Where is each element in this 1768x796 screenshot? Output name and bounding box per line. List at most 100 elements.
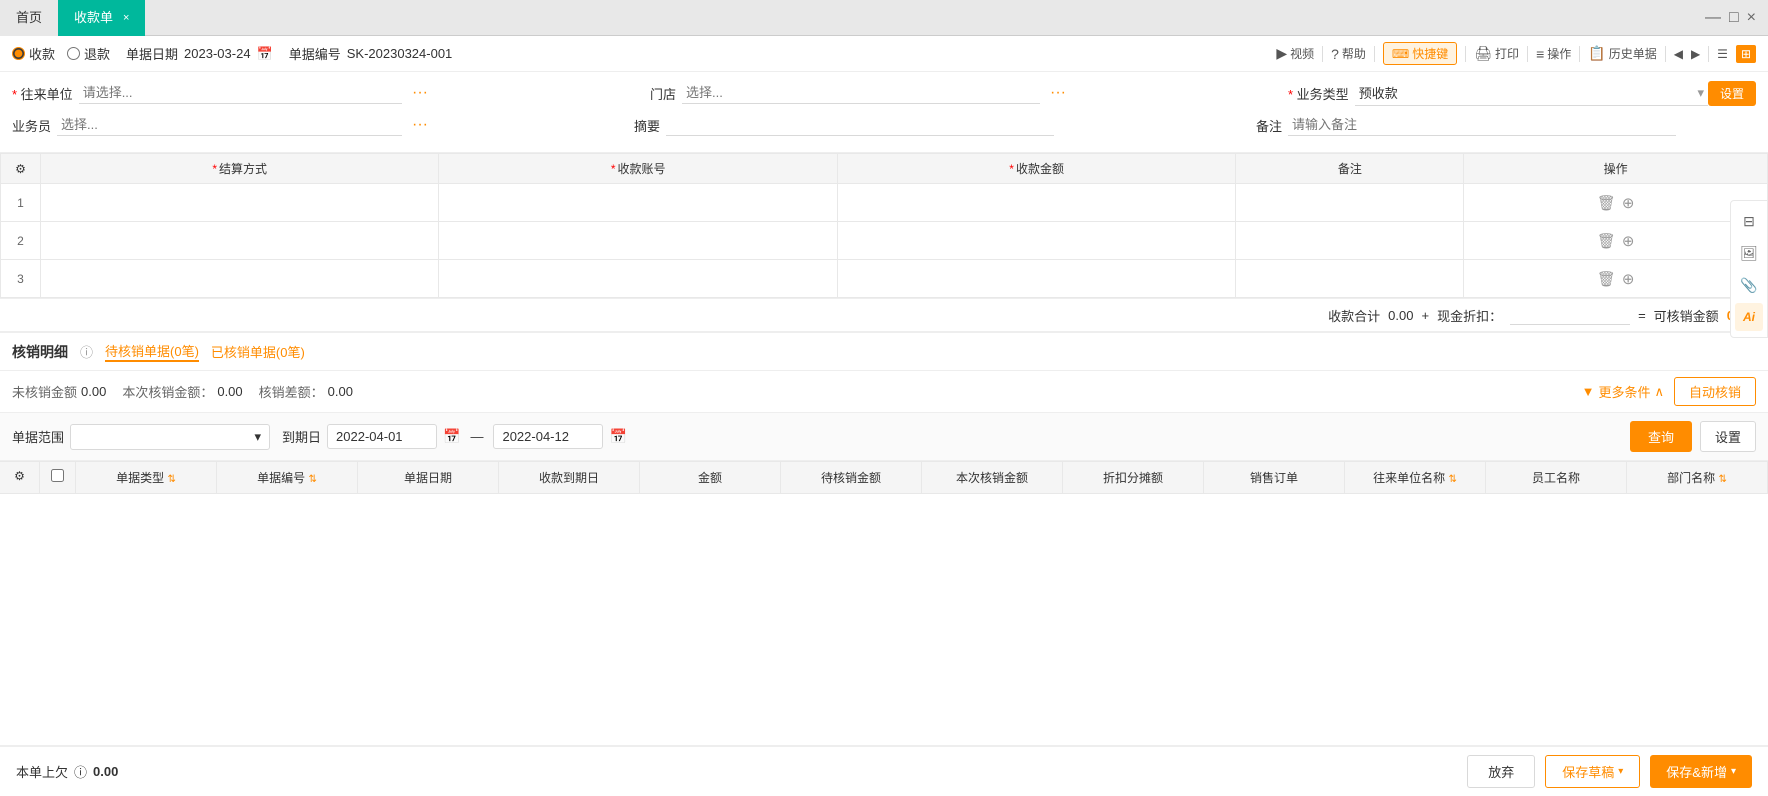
side-image-icon[interactable]: 🖼	[1735, 239, 1763, 267]
bt-col-counterpart[interactable]: 往来单位名称 ⇅	[1345, 462, 1486, 493]
query-btn[interactable]: 查询	[1630, 421, 1692, 452]
row-1-account[interactable]	[439, 184, 837, 222]
more-conditions-btn[interactable]: ▼ 更多条件 ∧	[1582, 382, 1664, 401]
cal-to-icon[interactable]: 📅	[609, 428, 626, 445]
row-2-amount[interactable]	[837, 222, 1235, 260]
video-btn[interactable]: ▶ 视频	[1276, 45, 1314, 62]
tab-home[interactable]: 首页	[0, 0, 58, 36]
row-1-amount[interactable]	[837, 184, 1235, 222]
business-type-arrow: ▾	[1697, 85, 1704, 101]
save-new-label: 保存&新增	[1666, 762, 1727, 781]
quickkey-btn[interactable]: ⌨ 快捷键	[1383, 42, 1457, 65]
auto-reconcile-btn[interactable]: 自动核销	[1674, 377, 1756, 406]
nav-prev-icon[interactable]: ◀	[1674, 47, 1683, 61]
search-row: 单据范围 ▾ 到期日 📅 — 📅 查询 设置	[0, 412, 1768, 461]
form-row-2: 业务员 ··· 摘要 备注	[12, 114, 1756, 136]
reconcile-info-icon[interactable]: ⓘ	[80, 342, 93, 361]
footer-info: 本单上欠 ⓘ 0.00	[16, 762, 118, 781]
row-2-delete-icon[interactable]: 🗑	[1597, 232, 1616, 250]
calendar-icon[interactable]: 📅	[257, 46, 273, 62]
help-btn[interactable]: ? 帮助	[1331, 45, 1366, 62]
date-separator: —	[470, 429, 483, 444]
minimize-btn[interactable]: —	[1705, 9, 1721, 27]
date-from-input[interactable]	[327, 424, 437, 449]
operations-btn[interactable]: ≡ 操作	[1536, 45, 1571, 62]
remark-input[interactable]	[1288, 114, 1676, 136]
shop-field: 门店 ···	[650, 82, 1070, 104]
staff-label: 业务员	[12, 116, 51, 135]
quickkey-label: 快捷键	[1412, 45, 1448, 62]
row-3-copy-icon[interactable]: ⊕	[1622, 270, 1635, 288]
draft-btn[interactable]: 保存草稿 ▾	[1545, 755, 1640, 788]
close-btn[interactable]: ×	[1747, 9, 1756, 27]
row-1-copy-icon[interactable]: ⊕	[1622, 194, 1635, 212]
row-1-settlement[interactable]	[41, 184, 439, 222]
history-btn[interactable]: 📋 历史单据	[1588, 45, 1656, 62]
pending-tab[interactable]: 待核销单据(0笔)	[105, 341, 199, 362]
row-2-remark[interactable]	[1236, 222, 1464, 260]
bt-col-dept[interactable]: 部门名称 ⇅	[1627, 462, 1768, 493]
row-3-action: 🗑 ⊕	[1464, 260, 1768, 298]
staff-more-icon[interactable]: ···	[408, 116, 432, 134]
nav-next-icon[interactable]: ▶	[1691, 47, 1700, 61]
side-ai-icon[interactable]: Ai	[1735, 303, 1763, 331]
date-to-input[interactable]	[493, 424, 603, 449]
row-1-remark[interactable]	[1236, 184, 1464, 222]
reconcile-header: 核销明细 ⓘ 待核销单据(0笔) 已核销单据(0笔)	[0, 333, 1768, 371]
grid-view-icon[interactable]: ⊞	[1736, 45, 1756, 63]
help-icon: ?	[1331, 46, 1339, 62]
main-content: 收款 退款 单据日期 2023-03-24 📅 单据编号 SK-20230324…	[0, 36, 1768, 796]
tab-close-icon[interactable]: ×	[123, 0, 129, 36]
sort-type-icon: ⇅	[167, 474, 175, 485]
select-all-checkbox[interactable]	[51, 469, 64, 482]
reconcile-settings-btn[interactable]: 设置	[1700, 421, 1756, 452]
radio-refund[interactable]: 退款	[67, 44, 110, 63]
bt-col-checkbox[interactable]	[40, 462, 76, 493]
row-2-settlement[interactable]	[41, 222, 439, 260]
bt-col-gear[interactable]: ⚙	[0, 462, 40, 493]
range-select[interactable]: ▾	[70, 424, 270, 450]
row-num-3: 3	[1, 260, 41, 298]
side-link-icon[interactable]: 📎	[1735, 271, 1763, 299]
cal-from-icon[interactable]: 📅	[443, 428, 460, 445]
row-2-copy-icon[interactable]: ⊕	[1622, 232, 1635, 250]
settings-btn[interactable]: 设置	[1708, 81, 1756, 106]
equals-sign: =	[1638, 308, 1646, 323]
radio-receive[interactable]: 收款	[12, 44, 55, 63]
shop-more-icon[interactable]: ···	[1046, 84, 1070, 102]
maximize-btn[interactable]: □	[1729, 9, 1739, 27]
counterpart-label: 往来单位	[12, 84, 73, 103]
row-3-delete-icon[interactable]: 🗑	[1597, 270, 1616, 288]
abandon-btn[interactable]: 放弃	[1467, 755, 1535, 788]
sort-number-icon: ⇅	[308, 474, 316, 485]
row-3-account[interactable]	[439, 260, 837, 298]
save-new-btn[interactable]: 保存&新增 ▾	[1650, 755, 1752, 788]
row-2-account[interactable]	[439, 222, 837, 260]
bt-col-number[interactable]: 单据编号 ⇅	[217, 462, 358, 493]
row-1-action: 🗑 ⊕	[1464, 184, 1768, 222]
bt-col-current: 本次核销金额	[922, 462, 1063, 493]
staff-input[interactable]	[57, 114, 402, 136]
history-label: 历史单据	[1609, 45, 1657, 62]
shop-input[interactable]	[682, 82, 1040, 104]
business-type-select[interactable]: 预收款 ▾	[1355, 80, 1708, 106]
row-3-amount[interactable]	[837, 260, 1235, 298]
tab-current[interactable]: 收款单 ×	[58, 0, 145, 36]
counterpart-input[interactable]	[79, 82, 402, 104]
bt-col-type[interactable]: 单据类型 ⇅	[76, 462, 217, 493]
counterpart-more-icon[interactable]: ···	[408, 84, 432, 102]
print-btn[interactable]: 🖨 打印	[1474, 45, 1519, 62]
discount-input[interactable]	[1510, 305, 1630, 325]
row-3-remark[interactable]	[1236, 260, 1464, 298]
col-amount: 收款金额	[837, 154, 1235, 184]
list-view-icon[interactable]: ☰	[1717, 47, 1728, 61]
done-tab[interactable]: 已核销单据(0笔)	[211, 342, 305, 361]
side-table-icon[interactable]: ⊟	[1735, 207, 1763, 235]
summary-input[interactable]	[666, 114, 1054, 136]
col-gear[interactable]: ⚙	[1, 154, 41, 184]
tab-bar: 首页 收款单 × — □ ×	[0, 0, 1768, 36]
shop-label: 门店	[650, 84, 676, 103]
row-3-settlement[interactable]	[41, 260, 439, 298]
row-1-delete-icon[interactable]: 🗑	[1597, 194, 1616, 212]
this-order-info-icon[interactable]: ⓘ	[74, 762, 87, 781]
